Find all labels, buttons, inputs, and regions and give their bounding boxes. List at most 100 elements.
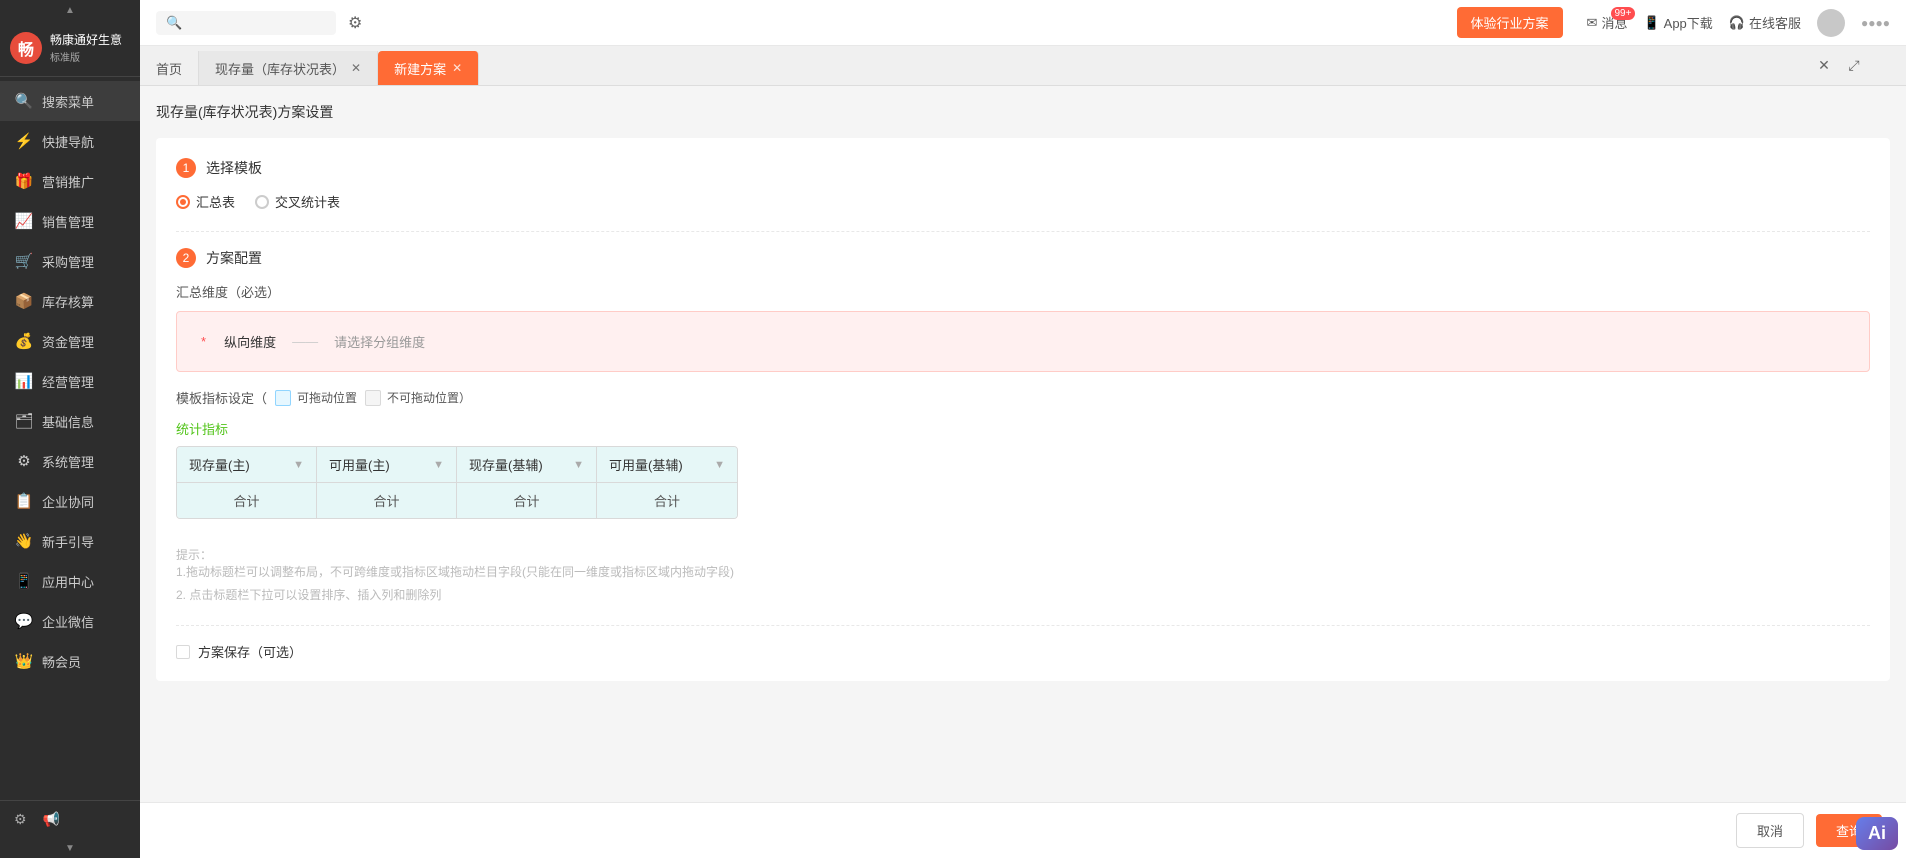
sidebar-item-quick-nav[interactable]: ⚡ 快捷导航 — [0, 121, 140, 161]
sidebar-label-basic-info: 基础信息 — [42, 412, 94, 431]
content-area: 现存量(库存状况表)方案设置 1 选择模板 汇总表 交叉统计表 — [140, 86, 1906, 802]
inventory-icon: 📦 — [14, 291, 34, 311]
sidebar-item-marketing[interactable]: 🎁 营销推广 — [0, 161, 140, 201]
template-options: 汇总表 交叉统计表 — [176, 192, 1870, 211]
member-icon: 👑 — [14, 651, 34, 671]
stats-col-2: 可用量(主) ▼ 合计 — [317, 447, 457, 518]
sidebar-item-wechat[interactable]: 💬 企业微信 — [0, 601, 140, 641]
sidebar-item-operations[interactable]: 📊 经营管理 — [0, 361, 140, 401]
tab-minimize-btn[interactable]: ✕ — [1812, 54, 1836, 78]
sidebar-label-member: 畅会员 — [42, 652, 81, 671]
sidebar-label-marketing: 营销推广 — [42, 172, 94, 191]
sidebar-item-app-center[interactable]: 📱 应用中心 — [0, 561, 140, 601]
system-icon: ⚙ — [14, 451, 34, 471]
col-4-arrow-icon[interactable]: ▼ — [714, 459, 725, 471]
draggable-legend-box — [275, 390, 291, 406]
basic-info-icon: 🗂 — [14, 411, 34, 431]
sidebar-label-inventory: 库存核算 — [42, 292, 94, 311]
sidebar-label-wechat: 企业微信 — [42, 612, 94, 631]
sidebar-label-quick-nav: 快捷导航 — [42, 132, 94, 151]
tab-new-plan[interactable]: 新建方案 ✕ — [378, 51, 479, 85]
sidebar-label-purchase: 采购管理 — [42, 252, 94, 271]
app-icon: 📱 — [1643, 15, 1659, 31]
contract-icon: 📋 — [14, 491, 34, 511]
indicator-settings-label: 模板指标设定（ — [176, 388, 267, 407]
stats-header-cell-3[interactable]: 现存量(基辅) ▼ — [457, 447, 596, 483]
sidebar-item-contract[interactable]: 📋 企业协同 — [0, 481, 140, 521]
sidebar-item-basic-info[interactable]: 🗂 基础信息 — [0, 401, 140, 441]
stats-body-cell-2: 合计 — [317, 483, 456, 518]
topbar-app-btn[interactable]: 📱 App下载 — [1643, 13, 1712, 32]
tab-expand-btn[interactable]: ⤢ — [1842, 54, 1866, 78]
sidebar-nav: 🔍 搜索菜单 ⚡ 快捷导航 🎁 营销推广 📈 销售管理 🛒 采购管理 📦 库存核… — [0, 77, 140, 800]
topbar-search-box[interactable]: 🔍 — [156, 11, 336, 35]
col-3-arrow-icon[interactable]: ▼ — [573, 459, 584, 471]
stats-body-cell-3: 合计 — [457, 483, 596, 518]
col-2-arrow-icon[interactable]: ▼ — [433, 459, 444, 471]
topbar-gear-icon[interactable]: ⚙ — [348, 13, 362, 33]
template-crosstab-radio[interactable] — [255, 195, 269, 209]
cancel-button[interactable]: 取消 — [1736, 813, 1804, 848]
topbar-search-input[interactable] — [188, 16, 308, 30]
save-checkbox[interactable] — [176, 645, 190, 659]
sidebar-item-sales[interactable]: 📈 销售管理 — [0, 201, 140, 241]
template-summary-label: 汇总表 — [196, 192, 235, 211]
stats-col-4-label: 可用量(基辅) — [609, 455, 683, 474]
topbar-service-btn[interactable]: 🎧 在线客服 — [1729, 13, 1801, 32]
quick-nav-icon: ⚡ — [14, 131, 34, 151]
template-crosstab-option[interactable]: 交叉统计表 — [255, 192, 340, 211]
sidebar-label-system: 系统管理 — [42, 452, 94, 471]
sidebar-item-system[interactable]: ⚙ 系统管理 — [0, 441, 140, 481]
tab-actions: ✕ ⤢ — [1812, 54, 1866, 78]
tab-home[interactable]: 首页 — [140, 51, 199, 85]
sidebar-label-finance: 资金管理 — [42, 332, 94, 351]
ai-badge[interactable]: Ai — [1856, 817, 1898, 850]
sidebar-label-search: 搜索菜单 — [42, 92, 94, 111]
tab-inventory-close-icon[interactable]: ✕ — [351, 61, 361, 75]
template-summary-radio[interactable] — [176, 195, 190, 209]
trial-btn[interactable]: 体验行业方案 — [1457, 7, 1563, 38]
tab-inventory[interactable]: 现存量（库存状况表） ✕ — [199, 51, 378, 85]
section-template: 1 选择模板 汇总表 交叉统计表 — [176, 158, 1870, 211]
search-icon: 🔍 — [14, 91, 34, 111]
sidebar-label-operations: 经营管理 — [42, 372, 94, 391]
sidebar-item-member[interactable]: 👑 畅会员 — [0, 641, 140, 681]
section-divider-1 — [176, 231, 1870, 232]
stats-header-cell-1[interactable]: 现存量(主) ▼ — [177, 447, 316, 483]
sidebar-scroll-down[interactable]: ▼ — [0, 838, 140, 858]
wechat-icon: 💬 — [14, 611, 34, 631]
dimension-dash: —— — [292, 334, 318, 349]
sidebar-label-newbie: 新手引导 — [42, 532, 94, 551]
sidebar-label-sales: 销售管理 — [42, 212, 94, 231]
stats-header-cell-4[interactable]: 可用量(基辅) ▼ — [597, 447, 737, 483]
operations-icon: 📊 — [14, 371, 34, 391]
sidebar-item-newbie[interactable]: 👋 新手引导 — [0, 521, 140, 561]
settings-footer-icon[interactable]: ⚙ — [14, 811, 27, 828]
sidebar-logo: 畅 畅康通好生意 标准版 — [0, 20, 140, 77]
topbar-msg-btn[interactable]: ✉ 消息 99+ — [1587, 13, 1628, 32]
sidebar-item-purchase[interactable]: 🛒 采购管理 — [0, 241, 140, 281]
app-download-label: App下载 — [1664, 13, 1713, 32]
msg-icon: ✉ — [1587, 15, 1598, 31]
tip-2: 2. 点击标题栏下拉可以设置排序、插入列和删除列 — [176, 586, 1870, 605]
stats-col-1-label: 现存量(主) — [189, 455, 250, 474]
username-label: ●●●● — [1861, 16, 1890, 30]
sidebar-item-search[interactable]: 🔍 搜索菜单 — [0, 81, 140, 121]
purchase-icon: 🛒 — [14, 251, 34, 271]
sidebar-item-finance[interactable]: 💰 资金管理 — [0, 321, 140, 361]
tab-inventory-label: 现存量（库存状况表） — [215, 59, 345, 78]
section2-title: 方案配置 — [206, 248, 262, 268]
summary-dimension-label: 汇总维度（必选） — [176, 282, 1870, 301]
dimension-placeholder: 请选择分组维度 — [334, 332, 425, 351]
stats-table: 现存量(主) ▼ 合计 可用量(主) ▼ 合计 — [176, 446, 738, 519]
col-1-arrow-icon[interactable]: ▼ — [293, 459, 304, 471]
tab-new-plan-close-icon[interactable]: ✕ — [452, 61, 462, 75]
stats-header-cell-2[interactable]: 可用量(主) ▼ — [317, 447, 456, 483]
section2-num: 2 — [176, 248, 196, 268]
help-footer-icon[interactable]: 📢 — [43, 811, 60, 828]
app-center-icon: 📱 — [14, 571, 34, 591]
stats-col-3: 现存量(基辅) ▼ 合计 — [457, 447, 597, 518]
sidebar-item-inventory[interactable]: 📦 库存核算 — [0, 281, 140, 321]
template-summary-option[interactable]: 汇总表 — [176, 192, 235, 211]
sidebar-scroll-up[interactable]: ▲ — [0, 0, 140, 20]
